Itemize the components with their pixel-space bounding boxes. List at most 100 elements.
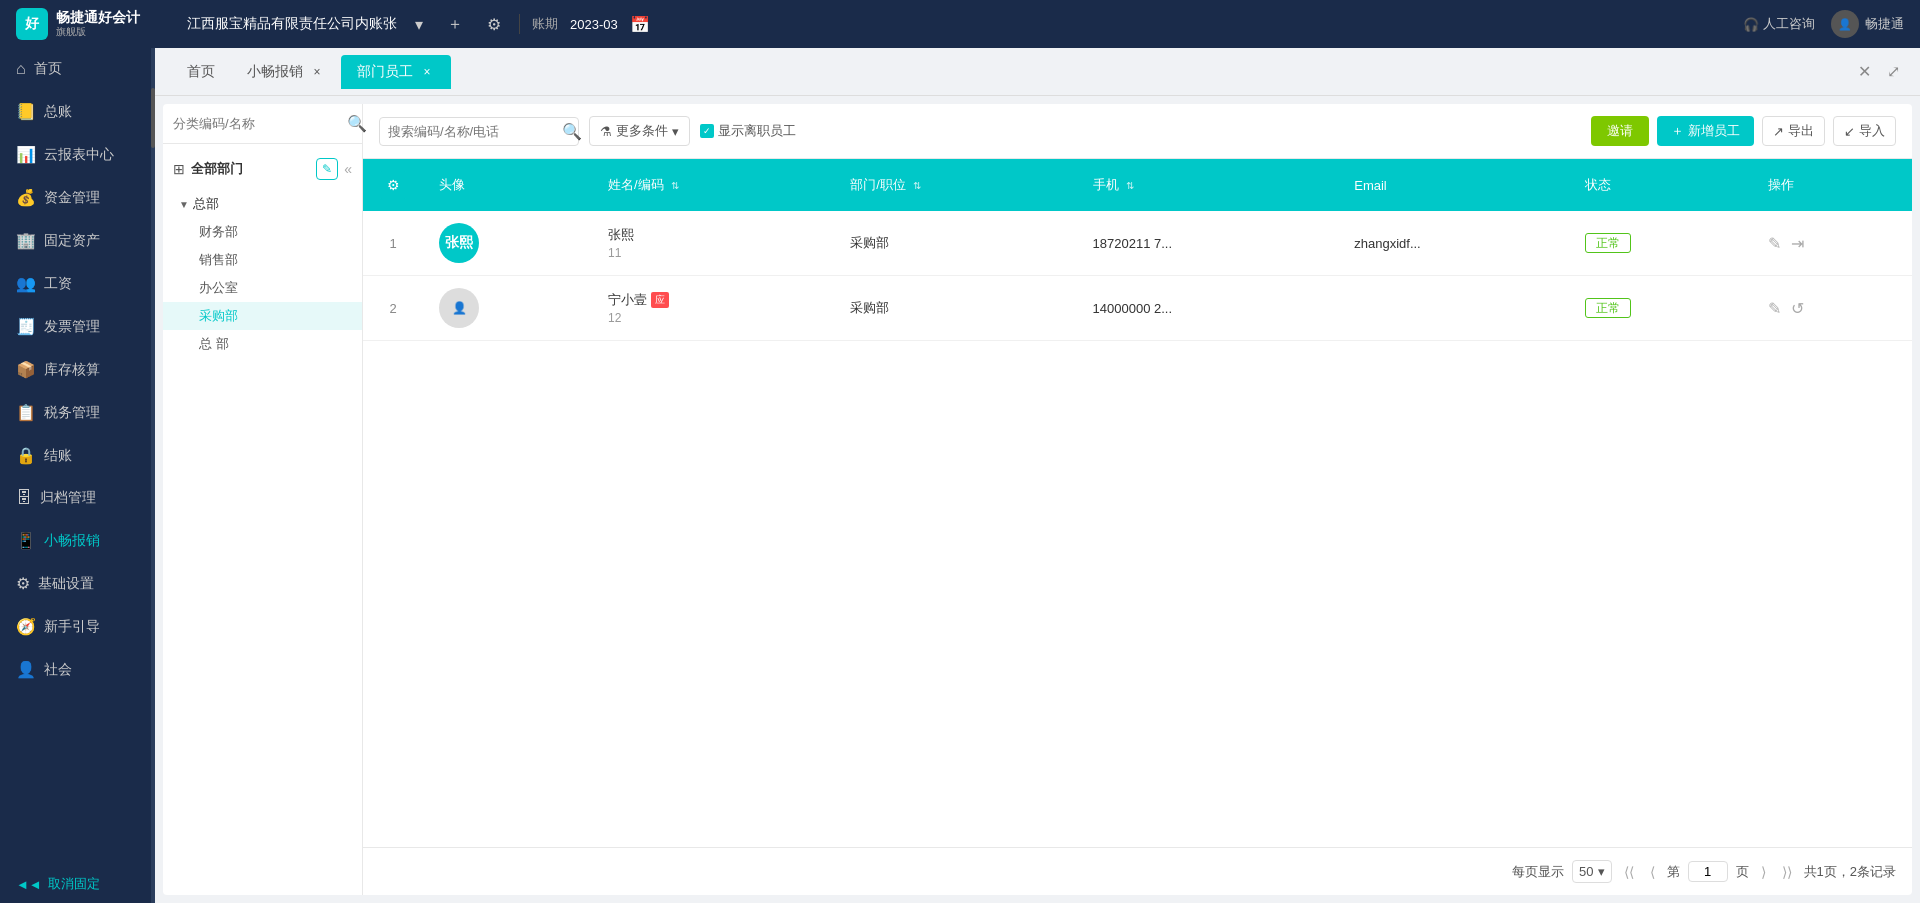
sidebar-item-guide[interactable]: 🧭 新手引导: [0, 605, 155, 648]
search-icon[interactable]: 🔍: [562, 122, 582, 141]
per-page-select[interactable]: 50 ▾: [1572, 860, 1611, 883]
add-employee-btn[interactable]: ＋ 新增员工: [1657, 116, 1754, 146]
sidebar-item-label: 首页: [34, 60, 62, 78]
refresh-icon[interactable]: ↺: [1791, 299, 1804, 318]
add-company-btn[interactable]: ＋: [441, 12, 469, 37]
expense-icon: 📱: [16, 531, 36, 550]
dept-edit-icon[interactable]: ✎: [316, 158, 338, 180]
cancel-pin-btn[interactable]: ◄◄ 取消固定: [0, 865, 155, 903]
sidebar-item-tax[interactable]: 📋 税务管理: [0, 391, 155, 434]
th-settings: ⚙: [363, 159, 423, 211]
th-status: 状态: [1569, 159, 1752, 211]
pagination-bar: 每页显示 50 ▾ ⟨⟨ ⟨ 第 页 ⟩ ⟩⟩ 共1页，2条记录: [363, 847, 1912, 895]
dept-item-sales[interactable]: 销售部: [163, 246, 362, 274]
tab-expense[interactable]: 小畅报销 ×: [231, 55, 341, 89]
dept-item-hq[interactable]: 总 部: [163, 330, 362, 358]
sidebar-item-label: 发票管理: [44, 318, 100, 336]
th-email: Email: [1338, 159, 1569, 211]
td-name-code: 张熙 11: [592, 211, 834, 276]
filter-label: 更多条件: [616, 122, 668, 140]
per-page-label: 每页显示: [1512, 863, 1564, 881]
table-settings-icon[interactable]: ⚙: [379, 171, 407, 199]
tab-dept-employee[interactable]: 部门员工 ×: [341, 55, 451, 89]
funds-icon: 💰: [16, 188, 36, 207]
sidebar-item-reports[interactable]: 📊 云报表中心: [0, 133, 155, 176]
sort-icon-phone[interactable]: ⇅: [1126, 180, 1134, 191]
action-icons: ✎ ⇥: [1768, 234, 1896, 253]
sidebar-item-social[interactable]: 👤 社会: [0, 648, 155, 691]
dept-collapse-btn[interactable]: «: [344, 161, 352, 177]
export-btn[interactable]: ↗ 导出: [1762, 116, 1825, 146]
dept-item-finance[interactable]: 财务部: [163, 218, 362, 246]
guide-icon: 🧭: [16, 617, 36, 636]
filter-btn[interactable]: ⚗ 更多条件 ▾: [589, 116, 690, 146]
tab-close-expense[interactable]: ×: [309, 64, 325, 80]
settings-icon: ⚙: [16, 574, 30, 593]
edit-icon[interactable]: ✎: [1768, 234, 1781, 253]
th-phone: 手机 ⇅: [1077, 159, 1339, 211]
show-resigned-checkbox-label[interactable]: ✓ 显示离职员工: [700, 122, 796, 140]
sidebar-item-invoice[interactable]: 🧾 发票管理: [0, 305, 155, 348]
sidebar-item-label: 新手引导: [44, 618, 100, 636]
dept-list: ⊞ 全部部门 ✎ « ▼ 总部 财务部 销售部 办公室 采购部: [163, 144, 362, 895]
employee-search-input[interactable]: [388, 124, 556, 139]
company-dropdown-btn[interactable]: ▾: [409, 13, 429, 36]
dept-search-input[interactable]: [173, 116, 341, 131]
next-page-btn[interactable]: ⟩: [1757, 862, 1770, 882]
sidebar-item-funds[interactable]: 💰 资金管理: [0, 176, 155, 219]
expand-tab-btn[interactable]: ⤢: [1883, 58, 1904, 85]
export-label: 导出: [1788, 122, 1814, 140]
settings-btn[interactable]: ⚙: [481, 13, 507, 36]
sidebar-item-archive[interactable]: 🗄 归档管理: [0, 477, 155, 519]
sidebar-item-ledger[interactable]: 📒 总账: [0, 90, 155, 133]
dept-group-header-hq[interactable]: ▼ 总部: [163, 190, 362, 218]
dept-item-office[interactable]: 办公室: [163, 274, 362, 302]
toolbar-right: 邀请 ＋ 新增员工 ↗ 导出 ↙ 导入: [1591, 116, 1896, 146]
export-icon: ↗: [1773, 124, 1784, 139]
invite-btn[interactable]: 邀请: [1591, 116, 1649, 146]
sidebar-item-expense[interactable]: 📱 小畅报销: [0, 519, 155, 562]
th-phone-label: 手机: [1093, 177, 1119, 192]
logout-icon[interactable]: ⇥: [1791, 234, 1804, 253]
all-dept-row[interactable]: ⊞ 全部部门 ✎ «: [163, 152, 362, 186]
td-avatar: 张熙: [423, 211, 592, 276]
top-header: 好 畅捷通好会计 旗舰版 江西服宝精品有限责任公司内账张 ▾ ＋ ⚙ 账期 20…: [0, 0, 1920, 48]
avatar: 👤: [439, 288, 479, 328]
tax-icon: 📋: [16, 403, 36, 422]
plus-icon: ＋: [1671, 122, 1684, 140]
sort-icon-name[interactable]: ⇅: [671, 180, 679, 191]
td-email: zhangxidf...: [1338, 211, 1569, 276]
import-btn[interactable]: ↙ 导入: [1833, 116, 1896, 146]
tab-close-dept[interactable]: ×: [419, 64, 435, 80]
sidebar-item-label: 总账: [44, 103, 72, 121]
sidebar-item-payroll[interactable]: 👥 工资: [0, 262, 155, 305]
support-btn[interactable]: 🎧 人工咨询: [1743, 15, 1815, 33]
employee-table: ⚙ 头像 姓名/编码 ⇅ 部门/职位 ⇅: [363, 159, 1912, 847]
inner-content: 🔍 ⊞ 全部部门 ✎ « ▼ 总部 财务部: [163, 104, 1912, 895]
last-page-btn[interactable]: ⟩⟩: [1778, 862, 1796, 882]
page-number-input[interactable]: [1688, 861, 1728, 882]
edit-icon[interactable]: ✎: [1768, 299, 1781, 318]
period-label: 账期: [532, 15, 558, 33]
pin-icon: ◄◄: [16, 877, 42, 892]
sidebar-item-close-period[interactable]: 🔒 结账: [0, 434, 155, 477]
name-code-block: 张熙 11: [608, 226, 818, 260]
prev-page-btn[interactable]: ⟨: [1646, 862, 1659, 882]
sidebar-item-home[interactable]: ⌂ 首页: [0, 48, 155, 90]
sidebar-item-inventory[interactable]: 📦 库存核算: [0, 348, 155, 391]
first-page-btn[interactable]: ⟨⟨: [1620, 862, 1638, 882]
close-tab-btn[interactable]: ✕: [1854, 58, 1875, 85]
tab-home[interactable]: 首页: [171, 55, 231, 89]
sort-icon-dept[interactable]: ⇅: [913, 180, 921, 191]
action-icons: ✎ ↺: [1768, 299, 1896, 318]
user-area[interactable]: 👤 畅捷通: [1831, 10, 1904, 38]
logo-icon: 好: [16, 8, 48, 40]
calendar-icon[interactable]: 📅: [630, 15, 650, 34]
sidebar-item-fixed-assets[interactable]: 🏢 固定资产: [0, 219, 155, 262]
import-label: 导入: [1859, 122, 1885, 140]
dept-item-purchase[interactable]: 采购部: [163, 302, 362, 330]
table-row: 1 张熙 张熙 11 采购部: [363, 211, 1912, 276]
table-body: 1 张熙 张熙 11 采购部: [363, 211, 1912, 341]
sidebar-item-settings[interactable]: ⚙ 基础设置: [0, 562, 155, 605]
main-layout: ⌂ 首页 📒 总账 📊 云报表中心 💰 资金管理 🏢 固定资产 👥 工资 🧾 发…: [0, 48, 1920, 903]
